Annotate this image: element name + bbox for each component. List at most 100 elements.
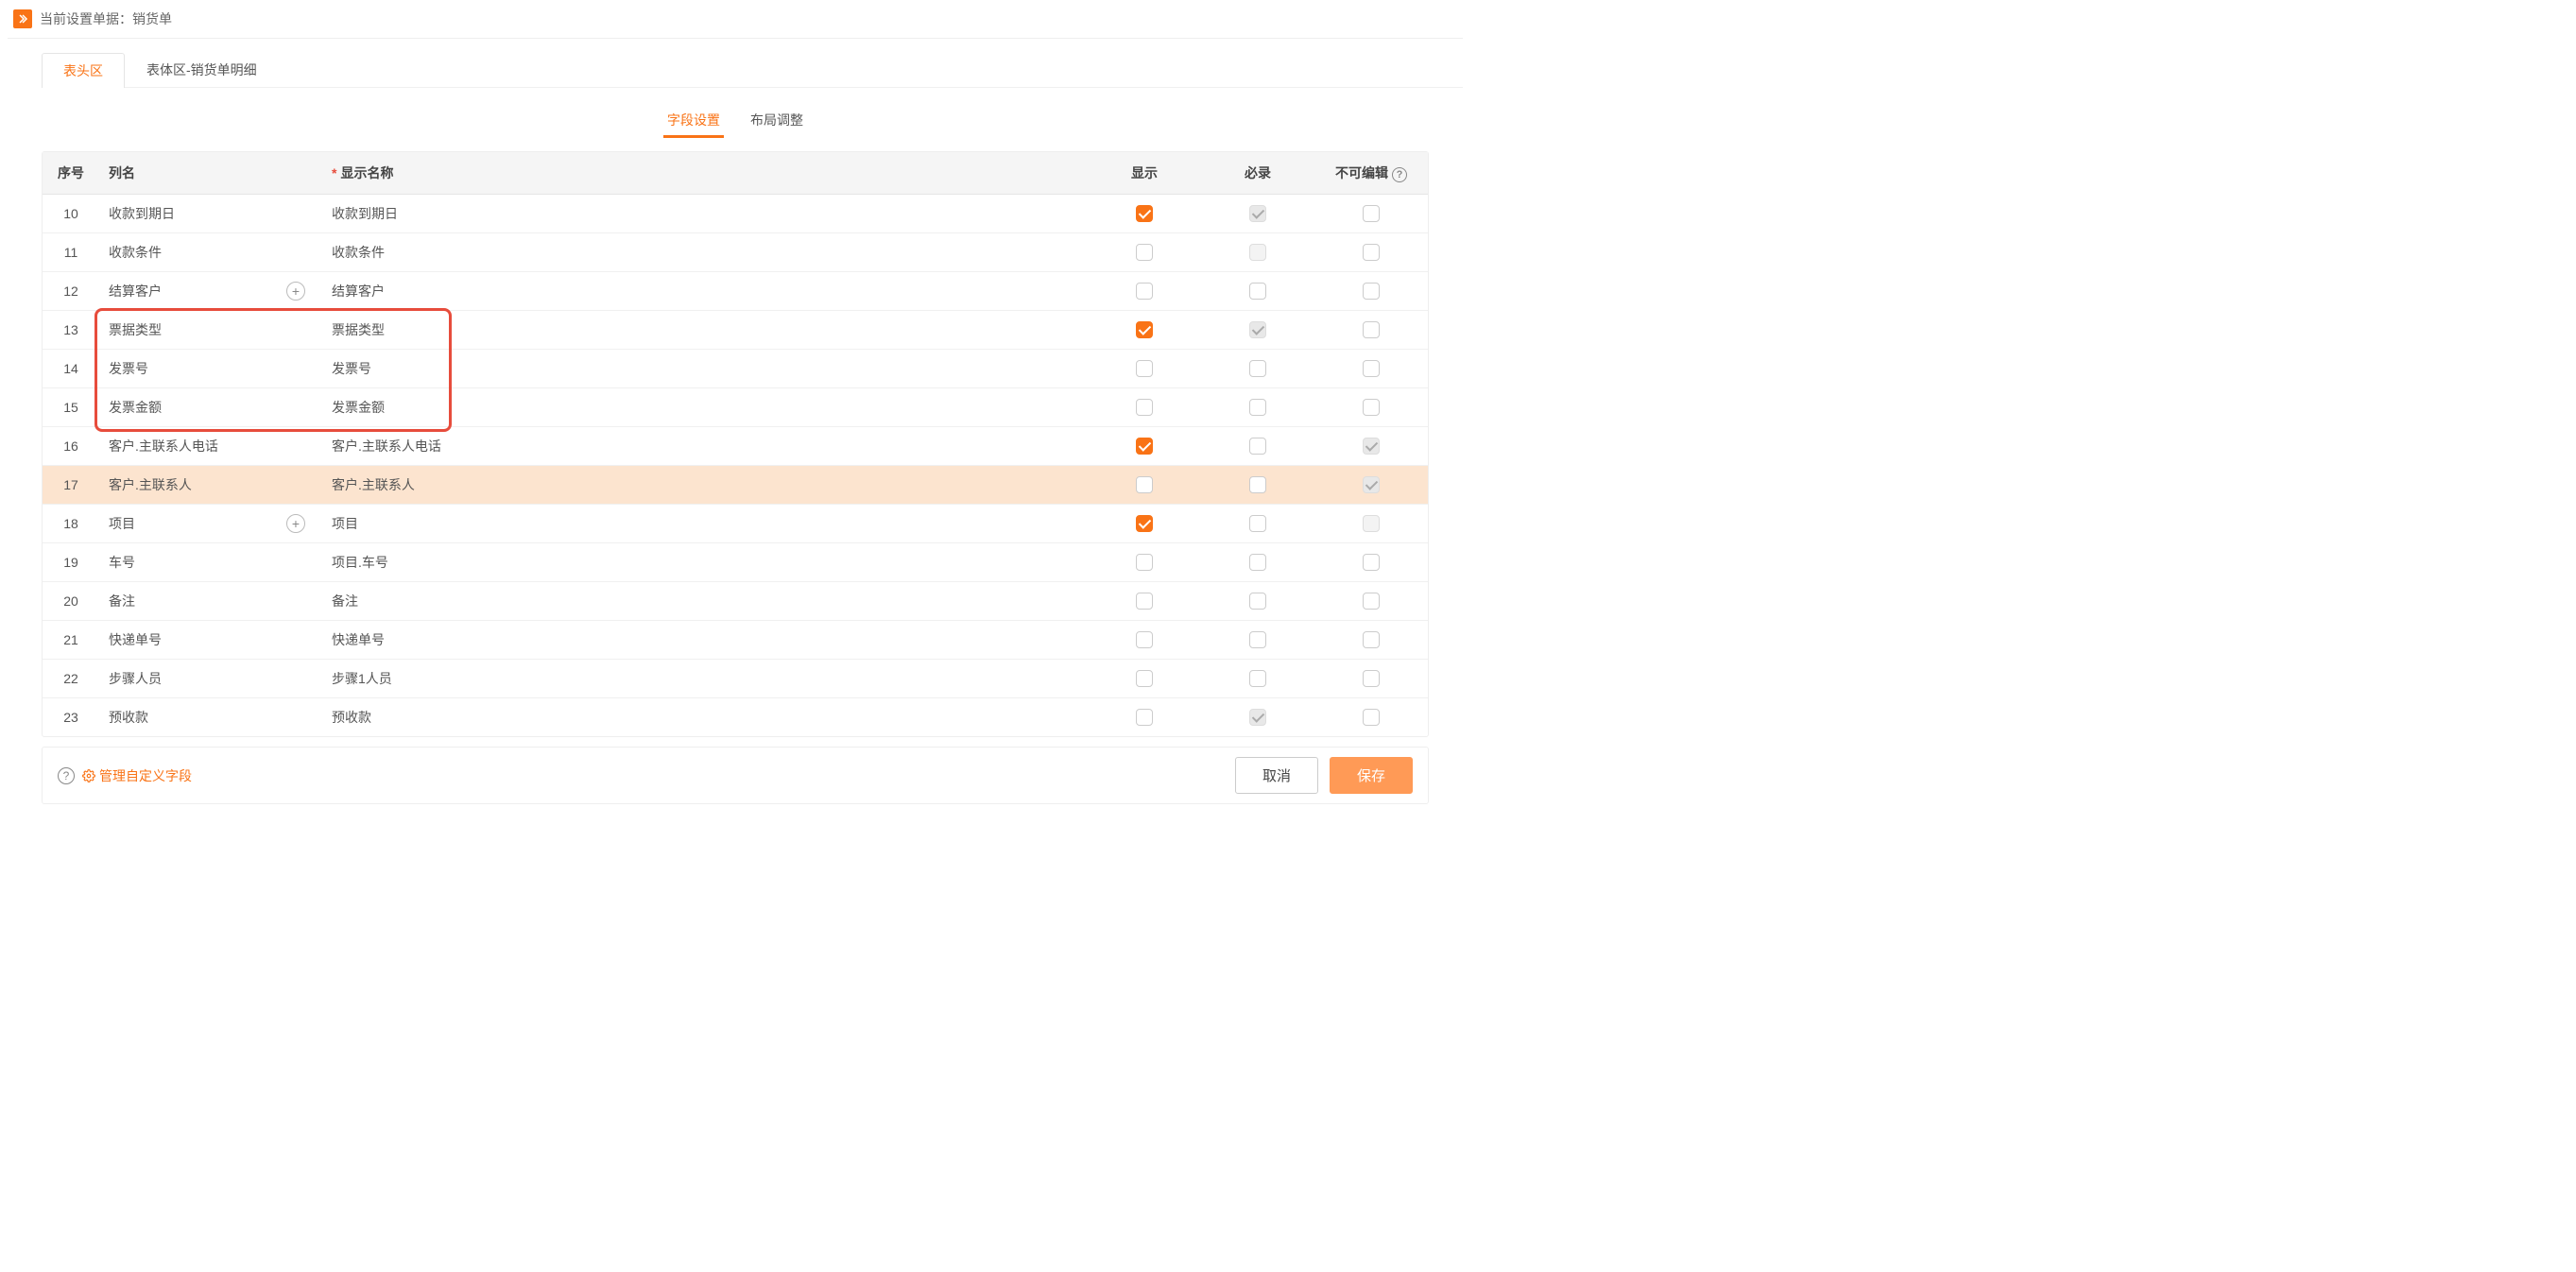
tab-secondary-1[interactable]: 布局调整 bbox=[747, 105, 807, 138]
cell-show bbox=[1088, 388, 1201, 427]
table-row[interactable]: 22步骤人员步骤1人员 bbox=[43, 660, 1428, 698]
tab-secondary-0[interactable]: 字段设置 bbox=[663, 105, 724, 138]
cell-display-name[interactable]: 收款到期日 bbox=[322, 195, 1088, 233]
th-seq: 序号 bbox=[43, 152, 99, 195]
cell-display-name[interactable]: 项目 bbox=[322, 505, 1088, 543]
table-row[interactable]: 12结算客户+结算客户 bbox=[43, 272, 1428, 311]
table-row[interactable]: 19车号项目.车号 bbox=[43, 543, 1428, 582]
cell-readonly bbox=[1314, 698, 1428, 737]
required-checkbox[interactable] bbox=[1249, 554, 1266, 571]
cell-required bbox=[1201, 427, 1314, 466]
readonly-checkbox[interactable] bbox=[1363, 283, 1380, 300]
table-row[interactable]: 10收款到期日收款到期日 bbox=[43, 195, 1428, 233]
cell-show bbox=[1088, 466, 1201, 505]
table-row[interactable]: 13票据类型票据类型 bbox=[43, 311, 1428, 350]
cell-seq: 12 bbox=[43, 272, 99, 311]
table-row[interactable]: 14发票号发票号 bbox=[43, 350, 1428, 388]
show-checkbox[interactable] bbox=[1136, 205, 1153, 222]
cell-display-name[interactable]: 步骤1人员 bbox=[322, 660, 1088, 698]
cell-readonly bbox=[1314, 388, 1428, 427]
readonly-checkbox[interactable] bbox=[1363, 709, 1380, 726]
show-checkbox[interactable] bbox=[1136, 399, 1153, 416]
plus-icon[interactable]: + bbox=[286, 514, 305, 533]
manage-custom-fields-link[interactable]: 管理自定义字段 bbox=[82, 766, 192, 785]
show-checkbox[interactable] bbox=[1136, 709, 1153, 726]
cell-display-name[interactable]: 收款条件 bbox=[322, 233, 1088, 272]
cell-col-name: 结算客户+ bbox=[99, 272, 322, 311]
required-checkbox[interactable] bbox=[1249, 670, 1266, 687]
required-checkbox[interactable] bbox=[1249, 360, 1266, 377]
cell-readonly bbox=[1314, 466, 1428, 505]
cell-display-name[interactable]: 票据类型 bbox=[322, 311, 1088, 350]
show-checkbox[interactable] bbox=[1136, 554, 1153, 571]
cell-display-name[interactable]: 发票号 bbox=[322, 350, 1088, 388]
cell-col-name: 备注 bbox=[99, 582, 322, 621]
plus-icon[interactable]: + bbox=[286, 282, 305, 301]
readonly-checkbox bbox=[1363, 438, 1380, 455]
cell-show bbox=[1088, 195, 1201, 233]
show-checkbox[interactable] bbox=[1136, 244, 1153, 261]
required-checkbox[interactable] bbox=[1249, 515, 1266, 532]
cell-readonly bbox=[1314, 543, 1428, 582]
required-checkbox[interactable] bbox=[1249, 476, 1266, 493]
table-row[interactable]: 16客户.主联系人电话客户.主联系人电话 bbox=[43, 427, 1428, 466]
show-checkbox[interactable] bbox=[1136, 670, 1153, 687]
tab-primary-0[interactable]: 表头区 bbox=[42, 53, 125, 88]
show-checkbox[interactable] bbox=[1136, 631, 1153, 648]
help-icon[interactable]: ? bbox=[1392, 167, 1407, 182]
show-checkbox[interactable] bbox=[1136, 283, 1153, 300]
readonly-checkbox bbox=[1363, 476, 1380, 493]
show-checkbox[interactable] bbox=[1136, 515, 1153, 532]
readonly-checkbox[interactable] bbox=[1363, 360, 1380, 377]
table-row[interactable]: 23预收款预收款 bbox=[43, 698, 1428, 737]
show-checkbox[interactable] bbox=[1136, 321, 1153, 338]
cell-required bbox=[1201, 388, 1314, 427]
required-checkbox[interactable] bbox=[1249, 631, 1266, 648]
cell-display-name[interactable]: 项目.车号 bbox=[322, 543, 1088, 582]
table-row[interactable]: 18项目+项目 bbox=[43, 505, 1428, 543]
help-icon[interactable]: ? bbox=[58, 767, 75, 784]
cell-required bbox=[1201, 272, 1314, 311]
cell-seq: 18 bbox=[43, 505, 99, 543]
cell-display-name[interactable]: 客户.主联系人电话 bbox=[322, 427, 1088, 466]
cell-display-name[interactable]: 备注 bbox=[322, 582, 1088, 621]
required-checkbox bbox=[1249, 709, 1266, 726]
cell-seq: 21 bbox=[43, 621, 99, 660]
table-row[interactable]: 15发票金额发票金额 bbox=[43, 388, 1428, 427]
cell-display-name[interactable]: 发票金额 bbox=[322, 388, 1088, 427]
readonly-checkbox[interactable] bbox=[1363, 244, 1380, 261]
readonly-checkbox[interactable] bbox=[1363, 321, 1380, 338]
table-row[interactable]: 20备注备注 bbox=[43, 582, 1428, 621]
show-checkbox[interactable] bbox=[1136, 593, 1153, 610]
readonly-checkbox[interactable] bbox=[1363, 631, 1380, 648]
th-display-name: *显示名称 bbox=[322, 152, 1088, 195]
required-checkbox[interactable] bbox=[1249, 438, 1266, 455]
readonly-checkbox[interactable] bbox=[1363, 554, 1380, 571]
readonly-checkbox[interactable] bbox=[1363, 670, 1380, 687]
table-row[interactable]: 17客户.主联系人客户.主联系人 bbox=[43, 466, 1428, 505]
show-checkbox[interactable] bbox=[1136, 360, 1153, 377]
table-wrap: 序号 列名 *显示名称 显示 必录 不可编辑? 10收款到期日收款到期日11收款… bbox=[42, 151, 1429, 737]
show-checkbox[interactable] bbox=[1136, 476, 1153, 493]
required-checkbox bbox=[1249, 244, 1266, 261]
readonly-checkbox[interactable] bbox=[1363, 399, 1380, 416]
tab-primary-1[interactable]: 表体区-销货单明细 bbox=[125, 52, 279, 87]
table-row[interactable]: 11收款条件收款条件 bbox=[43, 233, 1428, 272]
cell-display-name[interactable]: 预收款 bbox=[322, 698, 1088, 737]
readonly-checkbox[interactable] bbox=[1363, 205, 1380, 222]
cancel-button[interactable]: 取消 bbox=[1235, 757, 1318, 794]
header-bar: 当前设置单据：销货单 bbox=[8, 0, 1463, 39]
footer-left: ? 管理自定义字段 bbox=[58, 766, 192, 785]
cell-display-name[interactable]: 快递单号 bbox=[322, 621, 1088, 660]
readonly-checkbox[interactable] bbox=[1363, 593, 1380, 610]
cell-show bbox=[1088, 698, 1201, 737]
expand-toggle-icon[interactable] bbox=[13, 9, 32, 28]
required-checkbox[interactable] bbox=[1249, 283, 1266, 300]
show-checkbox[interactable] bbox=[1136, 438, 1153, 455]
cell-display-name[interactable]: 结算客户 bbox=[322, 272, 1088, 311]
required-checkbox[interactable] bbox=[1249, 593, 1266, 610]
required-checkbox[interactable] bbox=[1249, 399, 1266, 416]
table-row[interactable]: 21快递单号快递单号 bbox=[43, 621, 1428, 660]
save-button[interactable]: 保存 bbox=[1330, 757, 1413, 794]
cell-display-name[interactable]: 客户.主联系人 bbox=[322, 466, 1088, 505]
